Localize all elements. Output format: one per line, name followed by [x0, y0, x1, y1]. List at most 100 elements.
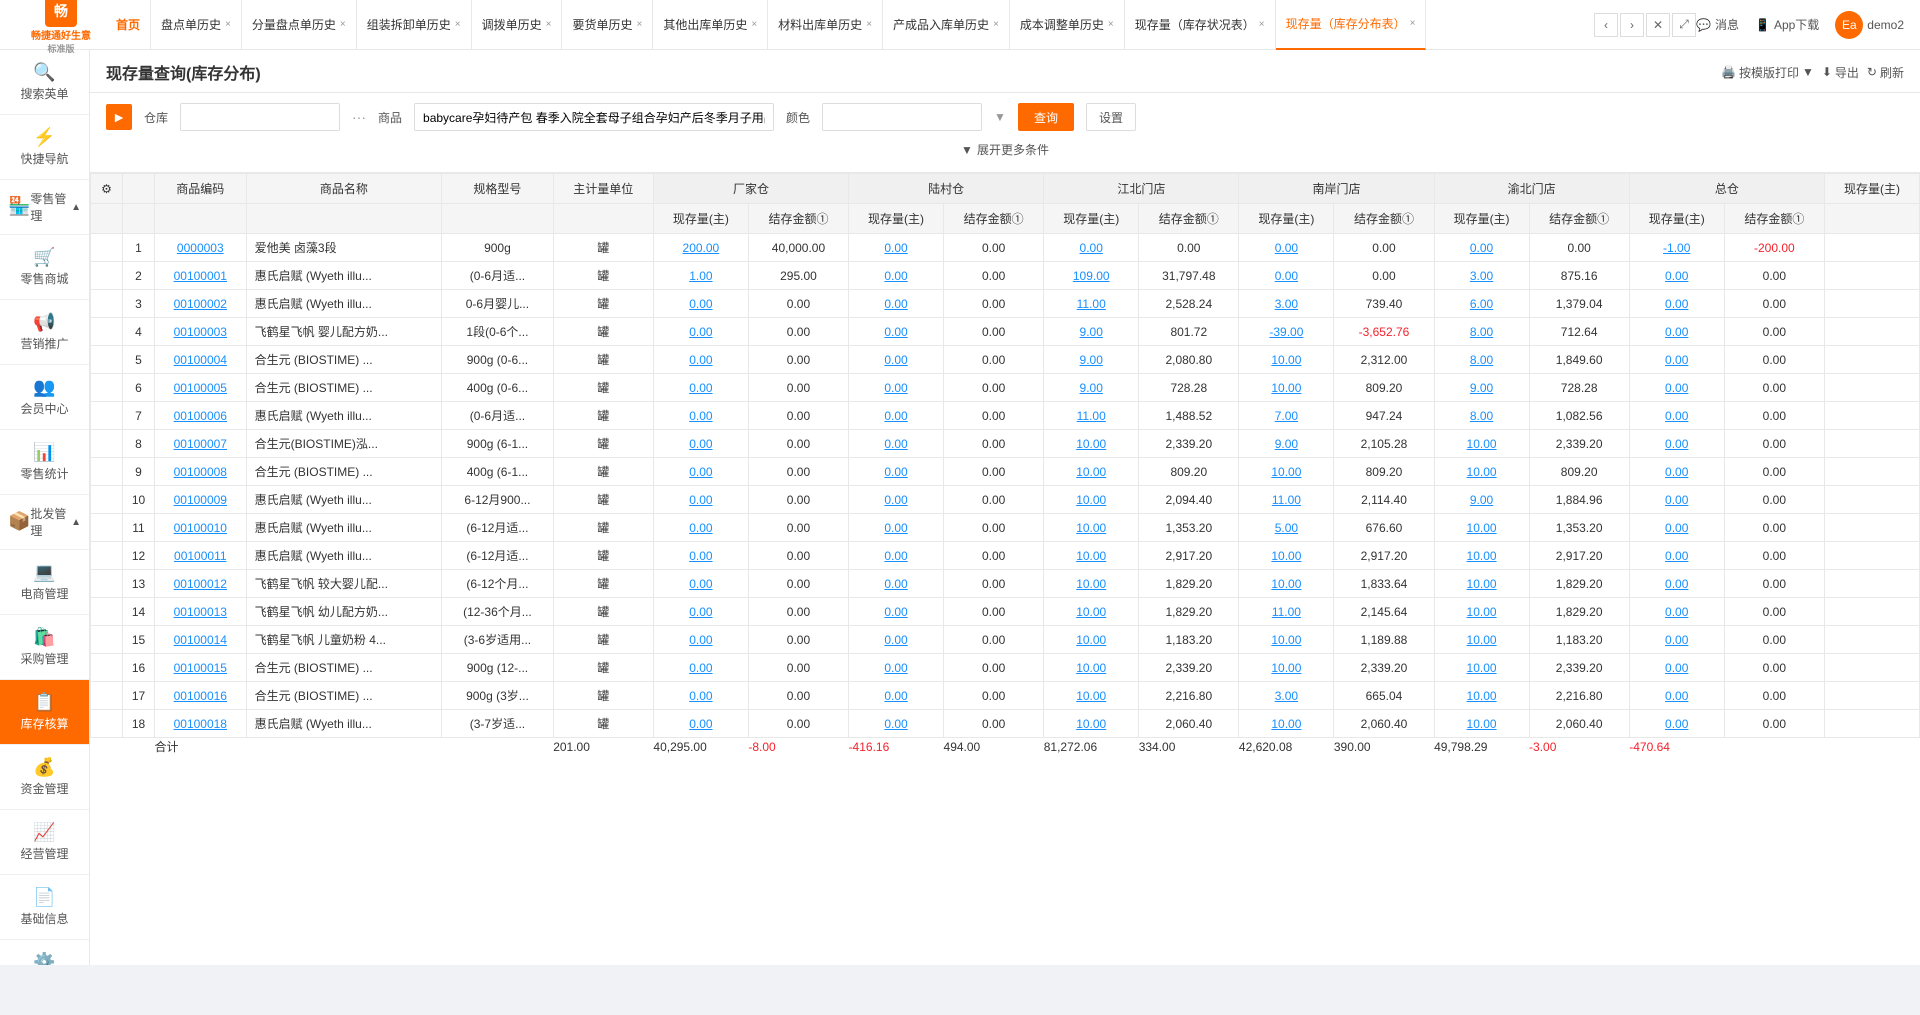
- print-btn[interactable]: 🖨️ 按模版打印 ▼: [1721, 64, 1814, 81]
- cell-r16-c14[interactable]: 10.00: [1434, 654, 1529, 682]
- cell-r18-c6[interactable]: 0.00: [653, 710, 748, 738]
- cell-r5-c12[interactable]: 10.00: [1239, 346, 1334, 374]
- sidebar-item-11[interactable]: 💰资金管理: [0, 745, 89, 810]
- cell-r13-c14[interactable]: 10.00: [1434, 570, 1529, 598]
- sidebar-item-5[interactable]: 👥会员中心: [0, 365, 89, 430]
- cell-r16-c16[interactable]: 0.00: [1629, 654, 1724, 682]
- cell-r12-c16[interactable]: 0.00: [1629, 542, 1724, 570]
- cell-r16-c2[interactable]: 00100015: [155, 654, 247, 682]
- cell-r15-c16[interactable]: 0.00: [1629, 626, 1724, 654]
- cell-r4-c12[interactable]: -39.00: [1239, 318, 1334, 346]
- cell-r18-c2[interactable]: 00100018: [155, 710, 247, 738]
- nav-tab-0[interactable]: 首页: [106, 0, 151, 50]
- cell-r4-c8[interactable]: 0.00: [849, 318, 944, 346]
- cell-r6-c6[interactable]: 0.00: [653, 374, 748, 402]
- cell-r1-c6[interactable]: 200.00: [653, 234, 748, 262]
- sidebar-item-10[interactable]: 📋库存核算: [0, 680, 89, 745]
- nav-tab-close-2[interactable]: ×: [340, 19, 346, 30]
- cell-r2-c10[interactable]: 109.00: [1044, 262, 1139, 290]
- nav-tab-5[interactable]: 要货单历史×: [562, 0, 653, 50]
- cell-r14-c16[interactable]: 0.00: [1629, 598, 1724, 626]
- warehouse-dots[interactable]: ···: [352, 109, 366, 125]
- cell-r9-c8[interactable]: 0.00: [849, 458, 944, 486]
- cell-r17-c16[interactable]: 0.00: [1629, 682, 1724, 710]
- cell-r8-c14[interactable]: 10.00: [1434, 430, 1529, 458]
- sidebar-item-7[interactable]: 📦批发管理▲: [0, 495, 89, 550]
- nav-tab-3[interactable]: 组装拆卸单历史×: [357, 0, 472, 50]
- sidebar-item-14[interactable]: ⚙️系统管理: [0, 940, 89, 965]
- cell-r13-c6[interactable]: 0.00: [653, 570, 748, 598]
- cell-r13-c10[interactable]: 10.00: [1044, 570, 1139, 598]
- cell-r13-c2[interactable]: 00100012: [155, 570, 247, 598]
- nav-tab-2[interactable]: 分量盘点单历史×: [242, 0, 357, 50]
- cell-r1-c8[interactable]: 0.00: [849, 234, 944, 262]
- cell-r6-c16[interactable]: 0.00: [1629, 374, 1724, 402]
- cell-r9-c10[interactable]: 10.00: [1044, 458, 1139, 486]
- cell-r5-c14[interactable]: 8.00: [1434, 346, 1529, 374]
- cell-r14-c14[interactable]: 10.00: [1434, 598, 1529, 626]
- cell-r3-c10[interactable]: 11.00: [1044, 290, 1139, 318]
- sidebar-item-6[interactable]: 📊零售统计: [0, 430, 89, 495]
- cell-r1-c16[interactable]: -1.00: [1629, 234, 1724, 262]
- sidebar-item-1[interactable]: ⚡快捷导航: [0, 115, 89, 180]
- cell-r18-c12[interactable]: 10.00: [1239, 710, 1334, 738]
- nav-tab-11[interactable]: 现存量（库存分布表）×: [1276, 0, 1427, 50]
- cell-r15-c10[interactable]: 10.00: [1044, 626, 1139, 654]
- export-btn[interactable]: ⬇ 导出: [1822, 64, 1859, 81]
- nav-tab-close-4[interactable]: ×: [546, 19, 552, 30]
- cell-r6-c14[interactable]: 9.00: [1434, 374, 1529, 402]
- cell-r18-c10[interactable]: 10.00: [1044, 710, 1139, 738]
- cell-r2-c16[interactable]: 0.00: [1629, 262, 1724, 290]
- warehouse-input[interactable]: [180, 103, 340, 131]
- cell-r17-c2[interactable]: 00100016: [155, 682, 247, 710]
- cell-r9-c14[interactable]: 10.00: [1434, 458, 1529, 486]
- nav-next-btn[interactable]: ›: [1620, 13, 1644, 37]
- query-btn[interactable]: 查询: [1018, 103, 1074, 131]
- expand-conditions-btn[interactable]: ▼ 展开更多条件: [106, 137, 1904, 162]
- nav-tab-close-6[interactable]: ×: [751, 19, 757, 30]
- refresh-btn[interactable]: ↻ 刷新: [1867, 64, 1904, 81]
- cell-r14-c10[interactable]: 10.00: [1044, 598, 1139, 626]
- cell-r8-c8[interactable]: 0.00: [849, 430, 944, 458]
- cell-r5-c6[interactable]: 0.00: [653, 346, 748, 374]
- cell-r6-c8[interactable]: 0.00: [849, 374, 944, 402]
- nav-tab-1[interactable]: 盘点单历史×: [151, 0, 242, 50]
- cell-r15-c2[interactable]: 00100014: [155, 626, 247, 654]
- cell-r7-c8[interactable]: 0.00: [849, 402, 944, 430]
- user-avatar-area[interactable]: Ea demo2: [1835, 11, 1904, 39]
- sidebar-item-9[interactable]: 🛍️采购管理: [0, 615, 89, 680]
- cell-r11-c10[interactable]: 10.00: [1044, 514, 1139, 542]
- cell-r8-c12[interactable]: 9.00: [1239, 430, 1334, 458]
- sidebar-item-0[interactable]: 🔍搜索英单: [0, 50, 89, 115]
- cell-r16-c10[interactable]: 10.00: [1044, 654, 1139, 682]
- cell-r2-c12[interactable]: 0.00: [1239, 262, 1334, 290]
- cell-r4-c2[interactable]: 00100003: [155, 318, 247, 346]
- cell-r12-c6[interactable]: 0.00: [653, 542, 748, 570]
- cell-r7-c6[interactable]: 0.00: [653, 402, 748, 430]
- sidebar-item-13[interactable]: 📄基础信息: [0, 875, 89, 940]
- sidebar-item-3[interactable]: 🛒零售商城: [0, 235, 89, 300]
- cell-r17-c10[interactable]: 10.00: [1044, 682, 1139, 710]
- cell-r18-c16[interactable]: 0.00: [1629, 710, 1724, 738]
- cell-r8-c10[interactable]: 10.00: [1044, 430, 1139, 458]
- cell-r16-c12[interactable]: 10.00: [1239, 654, 1334, 682]
- sidebar-item-4[interactable]: 📢营销推广: [0, 300, 89, 365]
- nav-tab-close-3[interactable]: ×: [455, 19, 461, 30]
- nav-tab-close-8[interactable]: ×: [993, 19, 999, 30]
- cell-r16-c6[interactable]: 0.00: [653, 654, 748, 682]
- cell-r2-c14[interactable]: 3.00: [1434, 262, 1529, 290]
- cell-r4-c14[interactable]: 8.00: [1434, 318, 1529, 346]
- cell-r1-c14[interactable]: 0.00: [1434, 234, 1529, 262]
- cell-r11-c12[interactable]: 5.00: [1239, 514, 1334, 542]
- cell-r7-c12[interactable]: 7.00: [1239, 402, 1334, 430]
- cell-r8-c16[interactable]: 0.00: [1629, 430, 1724, 458]
- cell-r10-c2[interactable]: 00100009: [155, 486, 247, 514]
- nav-expand-btn[interactable]: ⤢: [1672, 13, 1696, 37]
- cell-r14-c8[interactable]: 0.00: [849, 598, 944, 626]
- cell-r12-c8[interactable]: 0.00: [849, 542, 944, 570]
- cell-r5-c2[interactable]: 00100004: [155, 346, 247, 374]
- cell-r7-c16[interactable]: 0.00: [1629, 402, 1724, 430]
- cell-r8-c6[interactable]: 0.00: [653, 430, 748, 458]
- cell-r10-c8[interactable]: 0.00: [849, 486, 944, 514]
- cell-r14-c2[interactable]: 00100013: [155, 598, 247, 626]
